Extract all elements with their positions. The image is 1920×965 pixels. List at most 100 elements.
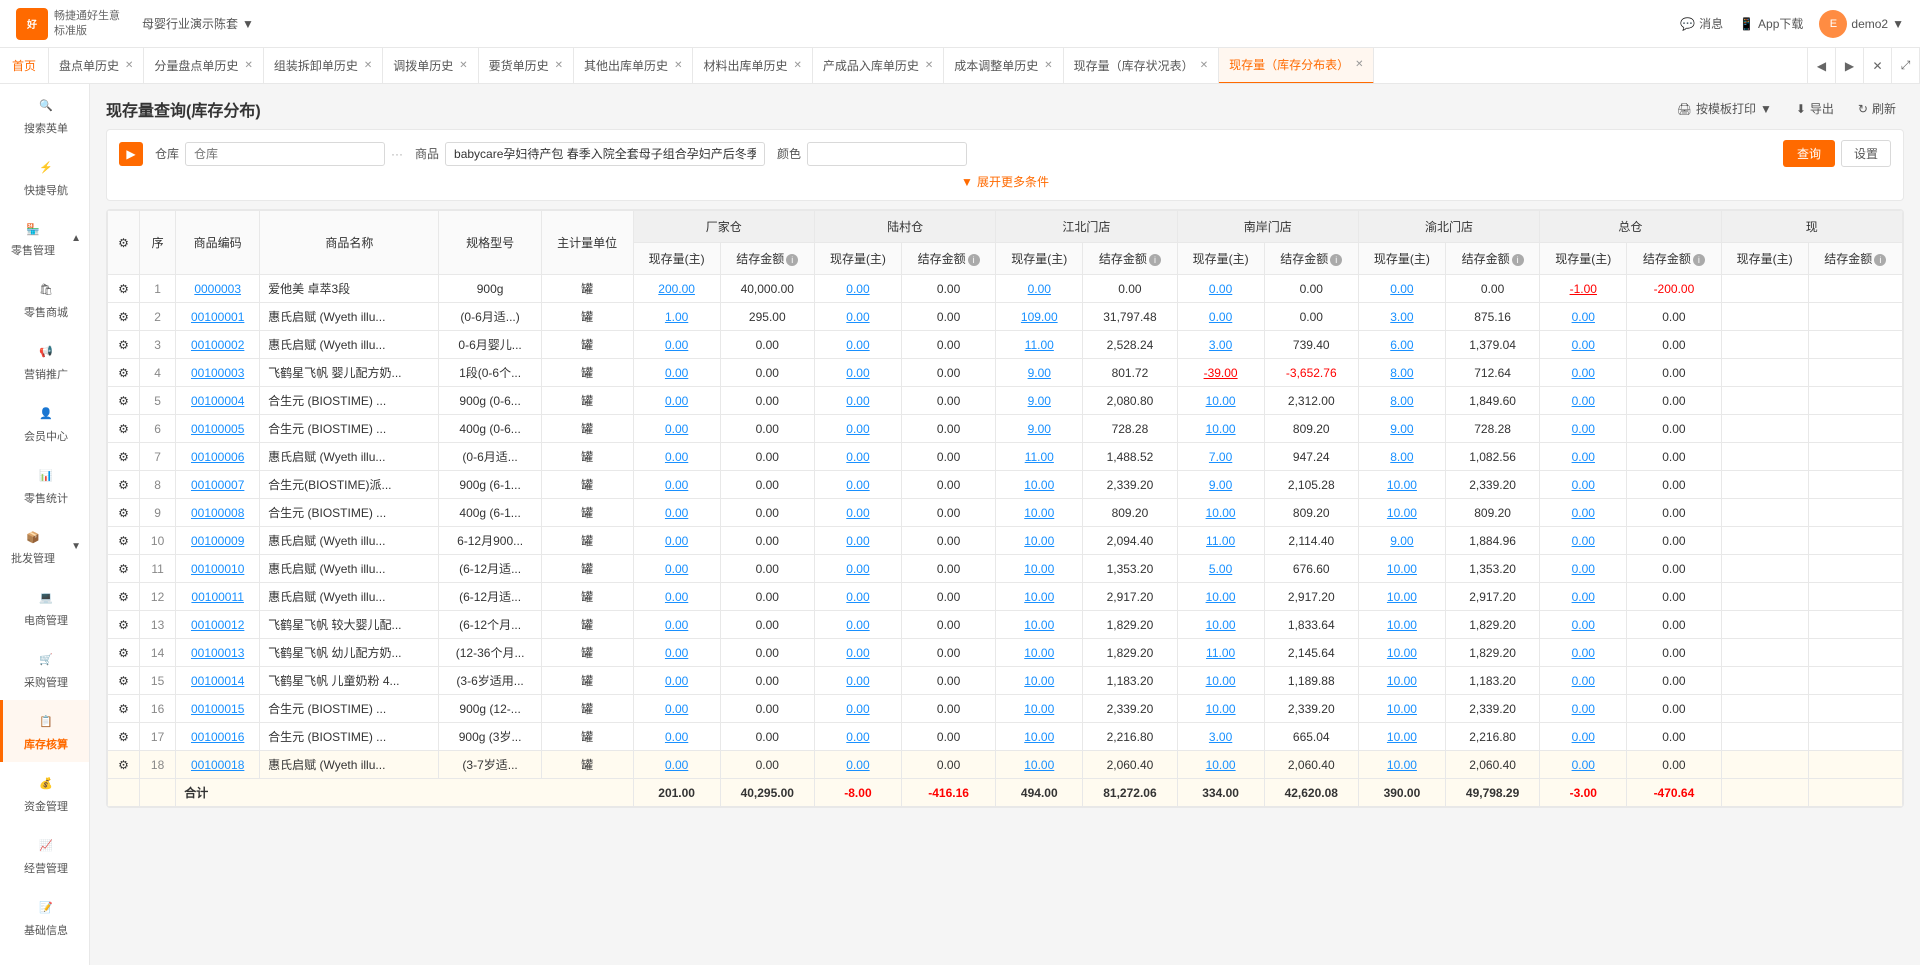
td-c5-qty[interactable]: 10.00: [1358, 751, 1445, 779]
td-c5-qty[interactable]: 10.00: [1358, 667, 1445, 695]
td-total-qty[interactable]: 0.00: [1540, 415, 1627, 443]
close-tab-split-inventory[interactable]: ✕: [244, 60, 252, 71]
close-tab-transfer[interactable]: ✕: [459, 60, 467, 71]
td-settings[interactable]: ⚙: [108, 471, 140, 499]
td-c3-qty[interactable]: 10.00: [996, 499, 1083, 527]
td-c5-qty[interactable]: 10.00: [1358, 723, 1445, 751]
tab-cost-adjust[interactable]: 成本调整单历史 ✕: [944, 48, 1063, 84]
td-c1-qty[interactable]: 0.00: [633, 359, 720, 387]
td-c5-qty[interactable]: 8.00: [1358, 359, 1445, 387]
td-settings[interactable]: ⚙: [108, 527, 140, 555]
sidebar-item-wholesale[interactable]: 📦 批发管理 ▼: [0, 516, 89, 576]
td-code[interactable]: 00100010: [176, 555, 260, 583]
sidebar-item-shortcuts[interactable]: ⚡ 快捷导航: [0, 146, 89, 208]
sidebar-item-inventory[interactable]: 📋 库存核算: [0, 700, 89, 762]
td-total-qty[interactable]: 0.00: [1540, 471, 1627, 499]
td-total-qty[interactable]: 0.00: [1540, 639, 1627, 667]
warehouse-input[interactable]: [185, 142, 385, 166]
td-c2-qty[interactable]: 0.00: [814, 303, 901, 331]
td-c2-qty[interactable]: 0.00: [814, 471, 901, 499]
td-c1-qty[interactable]: 0.00: [633, 331, 720, 359]
td-code[interactable]: 00100011: [176, 583, 260, 611]
td-code[interactable]: 00100003: [176, 359, 260, 387]
td-c5-qty[interactable]: 10.00: [1358, 471, 1445, 499]
td-settings[interactable]: ⚙: [108, 415, 140, 443]
td-c1-qty[interactable]: 200.00: [633, 275, 720, 303]
td-c2-qty[interactable]: 0.00: [814, 331, 901, 359]
close-all-tabs-btn[interactable]: ✕: [1864, 48, 1892, 84]
td-c4-qty[interactable]: 11.00: [1177, 527, 1264, 555]
td-c4-qty[interactable]: 0.00: [1177, 303, 1264, 331]
td-c3-qty[interactable]: 10.00: [996, 611, 1083, 639]
close-tab-other-out[interactable]: ✕: [674, 60, 682, 71]
sidebar-item-purchase[interactable]: 🛒 采购管理: [0, 638, 89, 700]
td-c5-qty[interactable]: 10.00: [1358, 555, 1445, 583]
close-tab-cost-adjust[interactable]: ✕: [1044, 60, 1052, 71]
td-code[interactable]: 00100001: [176, 303, 260, 331]
td-total-qty[interactable]: 0.00: [1540, 387, 1627, 415]
close-tab-material-out[interactable]: ✕: [793, 60, 801, 71]
td-c1-qty[interactable]: 0.00: [633, 723, 720, 751]
td-c3-qty[interactable]: 11.00: [996, 331, 1083, 359]
close-tab-stock-status[interactable]: ✕: [1200, 60, 1208, 71]
td-settings[interactable]: ⚙: [108, 555, 140, 583]
td-c2-qty[interactable]: 0.00: [814, 751, 901, 779]
td-code[interactable]: 00100009: [176, 527, 260, 555]
td-c2-qty[interactable]: 0.00: [814, 415, 901, 443]
close-tab-combo[interactable]: ✕: [364, 60, 372, 71]
refresh-btn[interactable]: ↻ 刷新: [1850, 96, 1904, 121]
td-code[interactable]: 00100014: [176, 667, 260, 695]
td-code[interactable]: 00100016: [176, 723, 260, 751]
td-c5-qty[interactable]: 9.00: [1358, 527, 1445, 555]
td-c1-qty[interactable]: 0.00: [633, 415, 720, 443]
td-c1-qty[interactable]: 0.00: [633, 583, 720, 611]
td-c3-qty[interactable]: 9.00: [996, 359, 1083, 387]
td-code[interactable]: 00100015: [176, 695, 260, 723]
td-total-qty[interactable]: 0.00: [1540, 499, 1627, 527]
tab-home[interactable]: 首页: [0, 48, 49, 84]
sidebar-item-basics[interactable]: 📝 基础信息: [0, 886, 89, 948]
td-c2-qty[interactable]: 0.00: [814, 275, 901, 303]
sidebar-item-ecommerce[interactable]: 💻 电商管理: [0, 576, 89, 638]
td-c4-qty[interactable]: 10.00: [1177, 667, 1264, 695]
td-c2-qty[interactable]: 0.00: [814, 639, 901, 667]
td-code[interactable]: 00100002: [176, 331, 260, 359]
td-c4-qty[interactable]: 10.00: [1177, 387, 1264, 415]
td-c3-qty[interactable]: 10.00: [996, 695, 1083, 723]
close-tab-stock-dist[interactable]: ✕: [1355, 59, 1363, 70]
app-download-btn[interactable]: 📱 App下载: [1739, 15, 1803, 32]
expand-more-conditions[interactable]: ▼ 展开更多条件: [119, 173, 1891, 190]
tab-transfer[interactable]: 调拨单历史 ✕: [383, 48, 478, 84]
td-c1-qty[interactable]: 1.00: [633, 303, 720, 331]
td-code[interactable]: 00100012: [176, 611, 260, 639]
tab-stock-dist[interactable]: 现存量（库存分布表） ✕: [1219, 48, 1374, 84]
settings-btn[interactable]: 设置: [1841, 140, 1891, 167]
td-c2-qty[interactable]: 0.00: [814, 359, 901, 387]
sidebar-item-finance[interactable]: 💰 资金管理: [0, 762, 89, 824]
td-code[interactable]: 00100008: [176, 499, 260, 527]
print-btn[interactable]: 🖨 按模板打印 ▼: [1669, 96, 1780, 121]
td-c2-qty[interactable]: 0.00: [814, 443, 901, 471]
prev-tab-btn[interactable]: ◀: [1808, 48, 1836, 84]
tab-stock-status[interactable]: 现存量（库存状况表） ✕: [1064, 48, 1219, 84]
color-input[interactable]: [807, 142, 967, 166]
next-tab-btn[interactable]: ▶: [1836, 48, 1864, 84]
td-c2-qty[interactable]: 0.00: [814, 723, 901, 751]
td-c5-qty[interactable]: 6.00: [1358, 331, 1445, 359]
sidebar-item-retail-stats[interactable]: 📊 零售统计: [0, 454, 89, 516]
td-total-qty[interactable]: 0.00: [1540, 331, 1627, 359]
td-c3-qty[interactable]: 0.00: [996, 275, 1083, 303]
td-total-qty[interactable]: 0.00: [1540, 751, 1627, 779]
tab-combo-disassemble[interactable]: 组装拆卸单历史 ✕: [264, 48, 383, 84]
td-c1-qty[interactable]: 0.00: [633, 751, 720, 779]
td-c2-qty[interactable]: 0.00: [814, 667, 901, 695]
td-settings[interactable]: ⚙: [108, 751, 140, 779]
td-settings[interactable]: ⚙: [108, 583, 140, 611]
td-settings[interactable]: ⚙: [108, 303, 140, 331]
td-c4-qty[interactable]: 3.00: [1177, 723, 1264, 751]
total-amt-info[interactable]: i: [1693, 254, 1705, 266]
td-settings[interactable]: ⚙: [108, 611, 140, 639]
td-c5-qty[interactable]: 0.00: [1358, 275, 1445, 303]
user-profile[interactable]: E demo2 ▼: [1819, 10, 1904, 38]
td-c3-qty[interactable]: 10.00: [996, 471, 1083, 499]
